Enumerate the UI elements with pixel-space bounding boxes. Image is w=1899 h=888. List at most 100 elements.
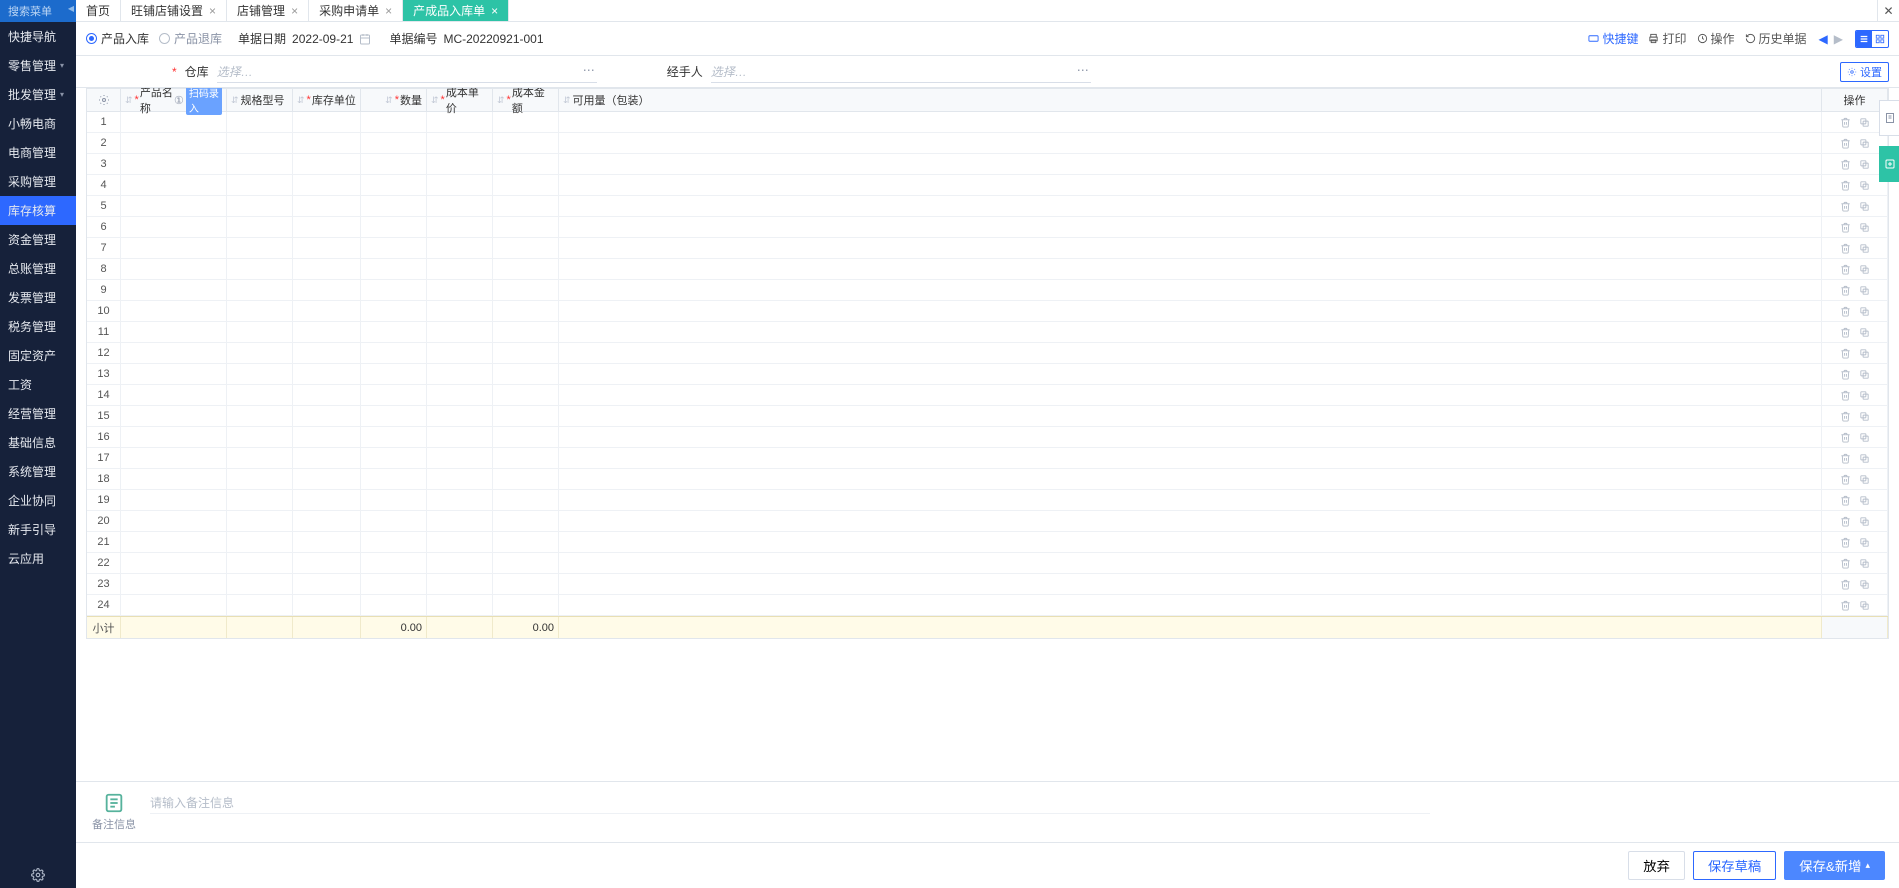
sidebar-item-13[interactable]: 经营管理 bbox=[0, 399, 76, 428]
sidebar-item-11[interactable]: 固定资产 bbox=[0, 341, 76, 370]
copy-icon[interactable] bbox=[1859, 222, 1870, 233]
cell-avail[interactable] bbox=[559, 322, 1822, 342]
cell-amount[interactable] bbox=[493, 322, 559, 342]
delete-icon[interactable] bbox=[1840, 411, 1851, 422]
table-row[interactable]: 16 bbox=[87, 427, 1888, 448]
cell-name[interactable] bbox=[121, 469, 227, 489]
cell-amount[interactable] bbox=[493, 574, 559, 594]
sidebar-item-10[interactable]: 税务管理 bbox=[0, 312, 76, 341]
cell-qty[interactable] bbox=[361, 112, 427, 132]
sidebar-item-12[interactable]: 工资 bbox=[0, 370, 76, 399]
table-row[interactable]: 12 bbox=[87, 343, 1888, 364]
cell-avail[interactable] bbox=[559, 343, 1822, 363]
delete-icon[interactable] bbox=[1840, 516, 1851, 527]
copy-icon[interactable] bbox=[1859, 180, 1870, 191]
save-draft-button[interactable]: 保存草稿 bbox=[1693, 851, 1776, 880]
cell-unit[interactable] bbox=[293, 154, 361, 174]
cell-spec[interactable] bbox=[227, 532, 293, 552]
cell-spec[interactable] bbox=[227, 595, 293, 615]
history-prev[interactable]: ◀ bbox=[1817, 32, 1830, 46]
delete-icon[interactable] bbox=[1840, 369, 1851, 380]
table-row[interactable]: 13 bbox=[87, 364, 1888, 385]
cell-amount[interactable] bbox=[493, 406, 559, 426]
cell-name[interactable] bbox=[121, 385, 227, 405]
copy-icon[interactable] bbox=[1859, 579, 1870, 590]
copy-icon[interactable] bbox=[1859, 369, 1870, 380]
view-grid-icon[interactable] bbox=[1872, 31, 1888, 47]
cell-unit[interactable] bbox=[293, 406, 361, 426]
delete-icon[interactable] bbox=[1840, 138, 1851, 149]
table-row[interactable]: 6 bbox=[87, 217, 1888, 238]
table-row[interactable]: 2 bbox=[87, 133, 1888, 154]
cell-amount[interactable] bbox=[493, 280, 559, 300]
cell-qty[interactable] bbox=[361, 448, 427, 468]
cell-name[interactable] bbox=[121, 364, 227, 384]
cell-spec[interactable] bbox=[227, 280, 293, 300]
cell-qty[interactable] bbox=[361, 406, 427, 426]
copy-icon[interactable] bbox=[1859, 348, 1870, 359]
sidebar-item-2[interactable]: 批发管理▾ bbox=[0, 80, 76, 109]
cell-avail[interactable] bbox=[559, 259, 1822, 279]
cell-name[interactable] bbox=[121, 490, 227, 510]
cell-price[interactable] bbox=[427, 427, 493, 447]
cell-spec[interactable] bbox=[227, 259, 293, 279]
save-and-new-button[interactable]: 保存&新增 ▴ bbox=[1784, 851, 1885, 880]
cell-unit[interactable] bbox=[293, 217, 361, 237]
sidebar-item-7[interactable]: 资金管理 bbox=[0, 225, 76, 254]
cell-avail[interactable] bbox=[559, 301, 1822, 321]
cell-unit[interactable] bbox=[293, 448, 361, 468]
table-row[interactable]: 7 bbox=[87, 238, 1888, 259]
cell-price[interactable] bbox=[427, 301, 493, 321]
copy-icon[interactable] bbox=[1859, 327, 1870, 338]
cell-avail[interactable] bbox=[559, 448, 1822, 468]
cell-name[interactable] bbox=[121, 217, 227, 237]
cell-name[interactable] bbox=[121, 259, 227, 279]
cell-amount[interactable] bbox=[493, 364, 559, 384]
copy-icon[interactable] bbox=[1859, 453, 1870, 464]
cell-avail[interactable] bbox=[559, 427, 1822, 447]
cell-name[interactable] bbox=[121, 238, 227, 258]
sidebar-item-8[interactable]: 总账管理 bbox=[0, 254, 76, 283]
cell-avail[interactable] bbox=[559, 469, 1822, 489]
help-icon[interactable]: ① bbox=[174, 94, 184, 107]
cell-avail[interactable] bbox=[559, 406, 1822, 426]
cell-amount[interactable] bbox=[493, 469, 559, 489]
cell-amount[interactable] bbox=[493, 385, 559, 405]
table-row[interactable]: 8 bbox=[87, 259, 1888, 280]
table-row[interactable]: 24 bbox=[87, 595, 1888, 616]
cell-spec[interactable] bbox=[227, 448, 293, 468]
cell-price[interactable] bbox=[427, 175, 493, 195]
sidebar-item-17[interactable]: 新手引导 bbox=[0, 515, 76, 544]
table-row[interactable]: 15 bbox=[87, 406, 1888, 427]
tab-2[interactable]: 店铺管理× bbox=[227, 0, 309, 21]
cell-price[interactable] bbox=[427, 385, 493, 405]
cell-qty[interactable] bbox=[361, 322, 427, 342]
table-row[interactable]: 17 bbox=[87, 448, 1888, 469]
cell-spec[interactable] bbox=[227, 385, 293, 405]
cell-spec[interactable] bbox=[227, 490, 293, 510]
cell-unit[interactable] bbox=[293, 196, 361, 216]
copy-icon[interactable] bbox=[1859, 201, 1870, 212]
cell-avail[interactable] bbox=[559, 238, 1822, 258]
cell-unit[interactable] bbox=[293, 364, 361, 384]
delete-icon[interactable] bbox=[1840, 117, 1851, 128]
history-next[interactable]: ▶ bbox=[1832, 32, 1845, 46]
cell-avail[interactable] bbox=[559, 553, 1822, 573]
cell-qty[interactable] bbox=[361, 511, 427, 531]
sidebar-item-4[interactable]: 电商管理 bbox=[0, 138, 76, 167]
table-row[interactable]: 18 bbox=[87, 469, 1888, 490]
sidebar-item-15[interactable]: 系统管理 bbox=[0, 457, 76, 486]
cell-unit[interactable] bbox=[293, 511, 361, 531]
cell-spec[interactable] bbox=[227, 238, 293, 258]
view-list-icon[interactable] bbox=[1856, 31, 1872, 47]
table-row[interactable]: 4 bbox=[87, 175, 1888, 196]
cell-unit[interactable] bbox=[293, 427, 361, 447]
delete-icon[interactable] bbox=[1840, 285, 1851, 296]
cell-spec[interactable] bbox=[227, 175, 293, 195]
scan-badge[interactable]: 扫码录入 bbox=[186, 88, 222, 115]
cell-name[interactable] bbox=[121, 133, 227, 153]
cell-price[interactable] bbox=[427, 196, 493, 216]
table-row[interactable]: 9 bbox=[87, 280, 1888, 301]
cell-amount[interactable] bbox=[493, 175, 559, 195]
copy-icon[interactable] bbox=[1859, 264, 1870, 275]
